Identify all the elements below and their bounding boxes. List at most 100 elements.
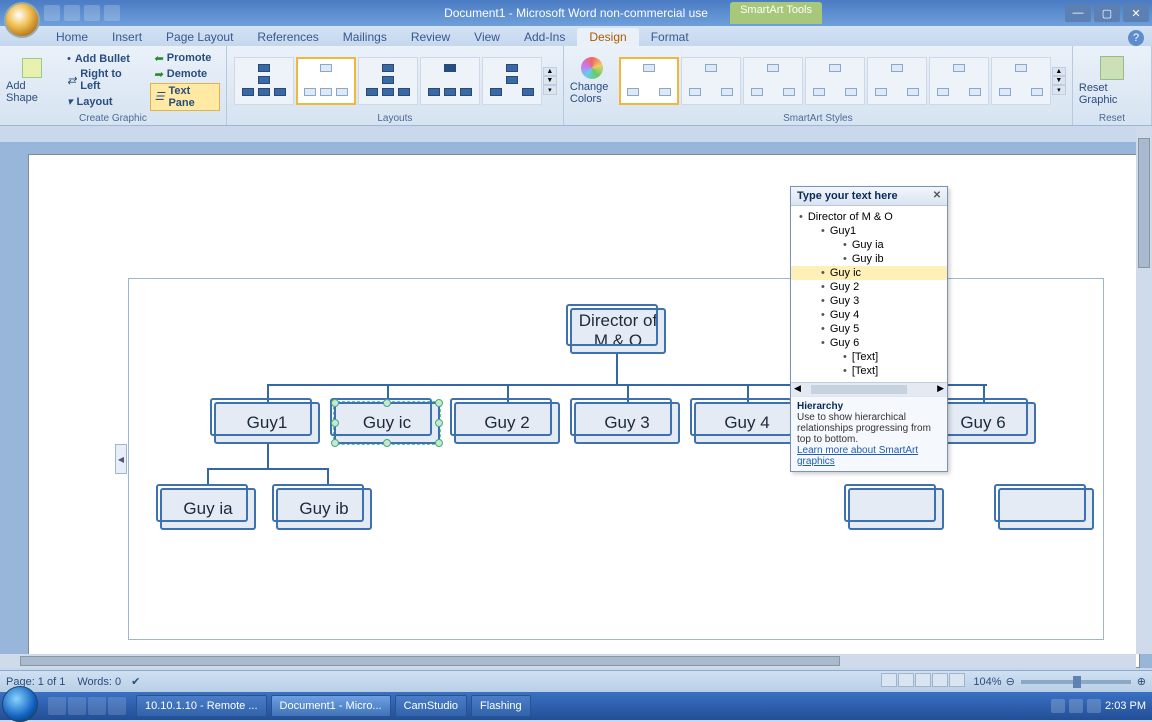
org-node-guy-ia[interactable]: Guy ia	[160, 488, 256, 530]
promote-button[interactable]: ⬅Promote	[150, 51, 220, 66]
quick-launch[interactable]	[48, 697, 126, 715]
org-node-guy-ib[interactable]: Guy ib	[276, 488, 372, 530]
org-node-placeholder-2[interactable]	[998, 488, 1094, 530]
layouts-scroll[interactable]: ▲▼▾	[543, 67, 557, 95]
style-option-4[interactable]	[805, 57, 865, 105]
layout-option-3[interactable]	[358, 57, 418, 105]
tab-review[interactable]: Review	[399, 28, 462, 46]
layouts-gallery[interactable]	[233, 56, 543, 106]
text-pane-item[interactable]: •Guy 2	[791, 280, 947, 294]
status-bar: Page: 1 of 1 Words: 0 ✔ 104% ⊖ ⊕	[0, 670, 1152, 692]
ribbon: Add Shape •Add Bullet ⇄Right to Left ▾La…	[0, 46, 1152, 126]
text-pane-item[interactable]: •Guy ib	[791, 252, 947, 266]
zoom-level[interactable]: 104%	[973, 676, 1001, 688]
tab-add-ins[interactable]: Add-Ins	[512, 28, 577, 46]
style-option-6[interactable]	[929, 57, 989, 105]
view-buttons[interactable]	[880, 673, 965, 690]
system-tray[interactable]: 2:03 PM	[1051, 699, 1146, 713]
qat-dropdown-icon[interactable]	[104, 5, 120, 21]
taskbar-item-camstudio[interactable]: CamStudio	[395, 695, 467, 717]
org-node-placeholder-1[interactable]	[848, 488, 944, 530]
reset-graphic-button[interactable]: Reset Graphic	[1079, 56, 1145, 106]
clock[interactable]: 2:03 PM	[1105, 700, 1146, 712]
office-button[interactable]	[4, 2, 40, 38]
volume-icon[interactable]	[1087, 699, 1101, 713]
textpane-expand-handle[interactable]: ◀	[115, 444, 127, 474]
style-option-2[interactable]	[681, 57, 741, 105]
text-pane-item[interactable]: •Guy 3	[791, 294, 947, 308]
style-option-3[interactable]	[743, 57, 803, 105]
taskbar-item-word[interactable]: Document1 - Micro...	[271, 695, 391, 717]
styles-scroll[interactable]: ▲▼▾	[1052, 67, 1066, 95]
save-icon[interactable]	[44, 5, 60, 21]
taskbar-item-flashing[interactable]: Flashing	[471, 695, 531, 717]
redo-icon[interactable]	[84, 5, 100, 21]
style-option-5[interactable]	[867, 57, 927, 105]
horizontal-scrollbar[interactable]	[0, 654, 1136, 668]
tab-references[interactable]: References	[245, 28, 330, 46]
layout-option-5[interactable]	[482, 57, 542, 105]
style-option-7[interactable]	[991, 57, 1051, 105]
tray-icon[interactable]	[1051, 699, 1065, 713]
start-button[interactable]	[2, 686, 38, 722]
zoom-out-button[interactable]: ⊖	[1006, 675, 1015, 688]
help-icon[interactable]: ?	[1128, 30, 1144, 46]
org-node-guy4[interactable]: Guy 4	[694, 402, 800, 444]
learn-more-link[interactable]: Learn more about SmartArt graphics	[797, 445, 918, 467]
taskbar-item-remote[interactable]: 10.10.1.10 - Remote ...	[136, 695, 267, 717]
text-pane[interactable]: Type your text here ✕ •Director of M & O…	[790, 186, 948, 472]
change-colors-button[interactable]: Change Colors	[570, 57, 614, 105]
text-pane-item[interactable]: •[Text]	[791, 364, 947, 378]
text-pane-close[interactable]: ✕	[931, 190, 943, 202]
contextual-tab-header: SmartArt Tools	[730, 2, 822, 24]
org-node-guy2[interactable]: Guy 2	[454, 402, 560, 444]
text-pane-item[interactable]: •Guy 5	[791, 322, 947, 336]
text-pane-item[interactable]: •Director of M & O	[791, 210, 947, 224]
tab-design[interactable]: Design	[577, 28, 638, 46]
close-button[interactable]: ✕	[1123, 4, 1149, 22]
maximize-button[interactable]: ▢	[1094, 4, 1120, 22]
spellcheck-icon[interactable]: ✔	[131, 675, 140, 688]
vertical-scrollbar[interactable]	[1136, 126, 1152, 654]
quick-access-toolbar[interactable]	[44, 5, 120, 21]
minimize-button[interactable]: —	[1065, 4, 1091, 22]
title-bar: Document1 - Microsoft Word non-commercia…	[0, 0, 1152, 26]
layout-option-1[interactable]	[234, 57, 294, 105]
org-node-root[interactable]: Director of M & O	[570, 308, 666, 354]
tab-insert[interactable]: Insert	[100, 28, 154, 46]
layout-dropdown[interactable]: ▾Layout	[63, 94, 144, 109]
text-pane-toggle[interactable]: ☰Text Pane	[150, 83, 220, 111]
style-option-1[interactable]	[619, 57, 679, 105]
tab-page-layout[interactable]: Page Layout	[154, 28, 245, 46]
text-pane-item[interactable]: •Guy1	[791, 224, 947, 238]
text-pane-item[interactable]: •Guy ia	[791, 238, 947, 252]
zoom-slider[interactable]	[1021, 680, 1131, 684]
org-node-guy-ic[interactable]: Guy ic	[334, 402, 440, 444]
layout-option-2[interactable]	[296, 57, 356, 105]
taskbar[interactable]: 10.10.1.10 - Remote ... Document1 - Micr…	[0, 692, 1152, 720]
text-pane-header[interactable]: Type your text here ✕	[791, 187, 947, 206]
tab-mailings[interactable]: Mailings	[331, 28, 399, 46]
tab-home[interactable]: Home	[44, 28, 100, 46]
undo-icon[interactable]	[64, 5, 80, 21]
styles-gallery[interactable]	[618, 56, 1052, 106]
text-pane-item[interactable]: •Guy 4	[791, 308, 947, 322]
tab-view[interactable]: View	[462, 28, 512, 46]
tray-icon[interactable]	[1069, 699, 1083, 713]
add-bullet-button[interactable]: •Add Bullet	[63, 52, 144, 66]
demote-button[interactable]: ➡Demote	[150, 67, 220, 82]
org-node-guy3[interactable]: Guy 3	[574, 402, 680, 444]
text-pane-item[interactable]: •Guy ic	[791, 266, 947, 280]
org-node-guy1[interactable]: Guy1	[214, 402, 320, 444]
text-pane-scrollbar[interactable]: ◀ ▶	[791, 382, 947, 396]
window-title: Document1 - Microsoft Word non-commercia…	[444, 6, 708, 20]
tab-format[interactable]: Format	[639, 28, 701, 46]
layout-option-4[interactable]	[420, 57, 480, 105]
status-words[interactable]: Words: 0	[77, 676, 121, 688]
zoom-in-button[interactable]: ⊕	[1137, 675, 1146, 688]
right-to-left-button[interactable]: ⇄Right to Left	[63, 67, 144, 93]
text-pane-item[interactable]: •Guy 6	[791, 336, 947, 350]
text-pane-item[interactable]: •[Text]	[791, 350, 947, 364]
add-shape-button[interactable]: Add Shape	[6, 58, 57, 104]
colors-icon	[581, 57, 603, 79]
